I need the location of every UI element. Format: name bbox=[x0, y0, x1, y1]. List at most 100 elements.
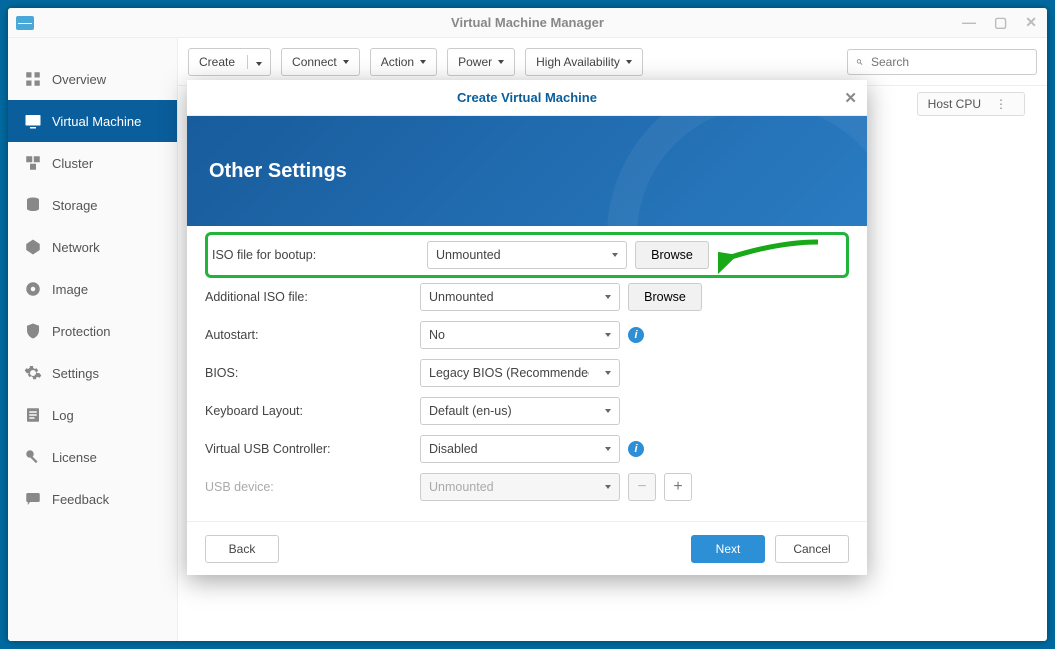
create-button[interactable]: Create bbox=[188, 48, 271, 76]
sidebar-item-label: Cluster bbox=[52, 156, 93, 171]
chevron-down-icon bbox=[612, 253, 618, 257]
sidebar-item-settings[interactable]: Settings bbox=[8, 352, 177, 394]
chevron-down-icon bbox=[605, 409, 611, 413]
high-availability-button[interactable]: High Availability bbox=[525, 48, 643, 76]
vm-icon bbox=[24, 112, 42, 130]
chevron-down-icon bbox=[605, 485, 611, 489]
select-keyboard[interactable]: Default (en-us) bbox=[420, 397, 620, 425]
select-autostart[interactable]: No bbox=[420, 321, 620, 349]
sidebar-item-label: Image bbox=[52, 282, 88, 297]
sidebar-item-label: Protection bbox=[52, 324, 111, 339]
log-icon bbox=[24, 406, 42, 424]
row-usb-device: USB device: Unmounted − + bbox=[205, 468, 849, 506]
power-button[interactable]: Power bbox=[447, 48, 515, 76]
dialog-banner: Other Settings bbox=[187, 116, 867, 226]
chevron-down-icon bbox=[605, 295, 611, 299]
more-icon[interactable]: ⋮ bbox=[995, 97, 1006, 111]
host-cpu-chip[interactable]: Host CPU ⋮ bbox=[917, 92, 1025, 116]
back-button[interactable]: Back bbox=[205, 535, 279, 563]
sidebar-item-label: Log bbox=[52, 408, 74, 423]
label-iso-additional: Additional ISO file: bbox=[205, 290, 420, 304]
connect-button[interactable]: Connect bbox=[281, 48, 360, 76]
action-button[interactable]: Action bbox=[370, 48, 437, 76]
browse-iso-additional-button[interactable]: Browse bbox=[628, 283, 702, 311]
window-title: Virtual Machine Manager bbox=[451, 15, 604, 30]
window-minimize-icon[interactable]: — bbox=[960, 14, 978, 31]
feedback-icon bbox=[24, 490, 42, 508]
shield-icon bbox=[24, 322, 42, 340]
row-keyboard: Keyboard Layout: Default (en-us) bbox=[205, 392, 849, 430]
sidebar-item-protection[interactable]: Protection bbox=[8, 310, 177, 352]
cancel-button[interactable]: Cancel bbox=[775, 535, 849, 563]
sidebar-item-feedback[interactable]: Feedback bbox=[8, 478, 177, 520]
dialog-banner-title: Other Settings bbox=[209, 160, 347, 183]
window-close-icon[interactable]: ✕ bbox=[1023, 14, 1039, 31]
row-bios: BIOS: Legacy BIOS (Recommended) bbox=[205, 354, 849, 392]
sidebar-item-cluster[interactable]: Cluster bbox=[8, 142, 177, 184]
chevron-down-icon bbox=[420, 60, 426, 64]
label-iso-bootup: ISO file for bootup: bbox=[212, 248, 427, 262]
cluster-icon bbox=[24, 154, 42, 172]
window-titlebar: Virtual Machine Manager — ▢ ✕ bbox=[8, 8, 1047, 38]
select-iso-additional[interactable]: Unmounted bbox=[420, 283, 620, 311]
storage-icon bbox=[24, 196, 42, 214]
sidebar-item-network[interactable]: Network bbox=[8, 226, 177, 268]
dialog-body: ISO file for bootup: Unmounted Browse Ad… bbox=[187, 226, 867, 521]
sidebar-item-overview[interactable]: Overview bbox=[8, 58, 177, 100]
chevron-down-icon bbox=[605, 447, 611, 451]
gear-icon bbox=[24, 364, 42, 382]
window-maximize-icon[interactable]: ▢ bbox=[992, 14, 1009, 31]
dialog-close-icon[interactable]: ✕ bbox=[844, 89, 857, 107]
chevron-down-icon bbox=[605, 371, 611, 375]
dialog-title: Create Virtual Machine bbox=[457, 90, 597, 105]
row-autostart: Autostart: No i bbox=[205, 316, 849, 354]
overview-icon bbox=[24, 70, 42, 88]
sidebar-item-label: Virtual Machine bbox=[52, 114, 141, 129]
add-usb-button[interactable]: + bbox=[664, 473, 692, 501]
select-usb-controller[interactable]: Disabled bbox=[420, 435, 620, 463]
select-bios[interactable]: Legacy BIOS (Recommended) bbox=[420, 359, 620, 387]
next-button[interactable]: Next bbox=[691, 535, 765, 563]
label-autostart: Autostart: bbox=[205, 328, 420, 342]
chevron-down-icon bbox=[256, 62, 262, 66]
sidebar-item-virtual-machine[interactable]: Virtual Machine bbox=[8, 100, 177, 142]
dialog-footer: Back Next Cancel bbox=[187, 521, 867, 575]
sidebar-item-label: License bbox=[52, 450, 97, 465]
info-icon[interactable]: i bbox=[628, 327, 644, 343]
sidebar-item-label: Settings bbox=[52, 366, 99, 381]
sidebar-item-label: Overview bbox=[52, 72, 106, 87]
create-vm-dialog: Create Virtual Machine ✕ Other Settings … bbox=[187, 80, 867, 575]
browse-iso-bootup-button[interactable]: Browse bbox=[635, 241, 709, 269]
sidebar-item-storage[interactable]: Storage bbox=[8, 184, 177, 226]
search-icon bbox=[856, 55, 863, 69]
sidebar-item-license[interactable]: License bbox=[8, 436, 177, 478]
search-input[interactable] bbox=[869, 54, 1028, 70]
row-iso-additional: Additional ISO file: Unmounted Browse bbox=[205, 278, 849, 316]
sidebar: Overview Virtual Machine Cluster Storage… bbox=[8, 38, 178, 641]
sidebar-item-label: Feedback bbox=[52, 492, 109, 507]
search-field[interactable] bbox=[847, 49, 1037, 75]
remove-usb-button: − bbox=[628, 473, 656, 501]
sidebar-item-image[interactable]: Image bbox=[8, 268, 177, 310]
chevron-down-icon bbox=[605, 333, 611, 337]
label-usb-controller: Virtual USB Controller: bbox=[205, 442, 420, 456]
label-bios: BIOS: bbox=[205, 366, 420, 380]
image-icon bbox=[24, 280, 42, 298]
label-keyboard: Keyboard Layout: bbox=[205, 404, 420, 418]
info-icon[interactable]: i bbox=[628, 441, 644, 457]
select-usb-device: Unmounted bbox=[420, 473, 620, 501]
app-icon bbox=[16, 16, 34, 30]
select-iso-bootup[interactable]: Unmounted bbox=[427, 241, 627, 269]
chevron-down-icon bbox=[626, 60, 632, 64]
row-iso-bootup: ISO file for bootup: Unmounted Browse bbox=[205, 232, 849, 278]
row-usb-controller: Virtual USB Controller: Disabled i bbox=[205, 430, 849, 468]
dialog-titlebar: Create Virtual Machine ✕ bbox=[187, 80, 867, 116]
chevron-down-icon bbox=[498, 60, 504, 64]
key-icon bbox=[24, 448, 42, 466]
sidebar-item-label: Storage bbox=[52, 198, 98, 213]
chevron-down-icon bbox=[343, 60, 349, 64]
toolbar: Create Connect Action Power bbox=[178, 38, 1047, 86]
label-usb-device: USB device: bbox=[205, 480, 420, 494]
sidebar-item-label: Network bbox=[52, 240, 100, 255]
sidebar-item-log[interactable]: Log bbox=[8, 394, 177, 436]
